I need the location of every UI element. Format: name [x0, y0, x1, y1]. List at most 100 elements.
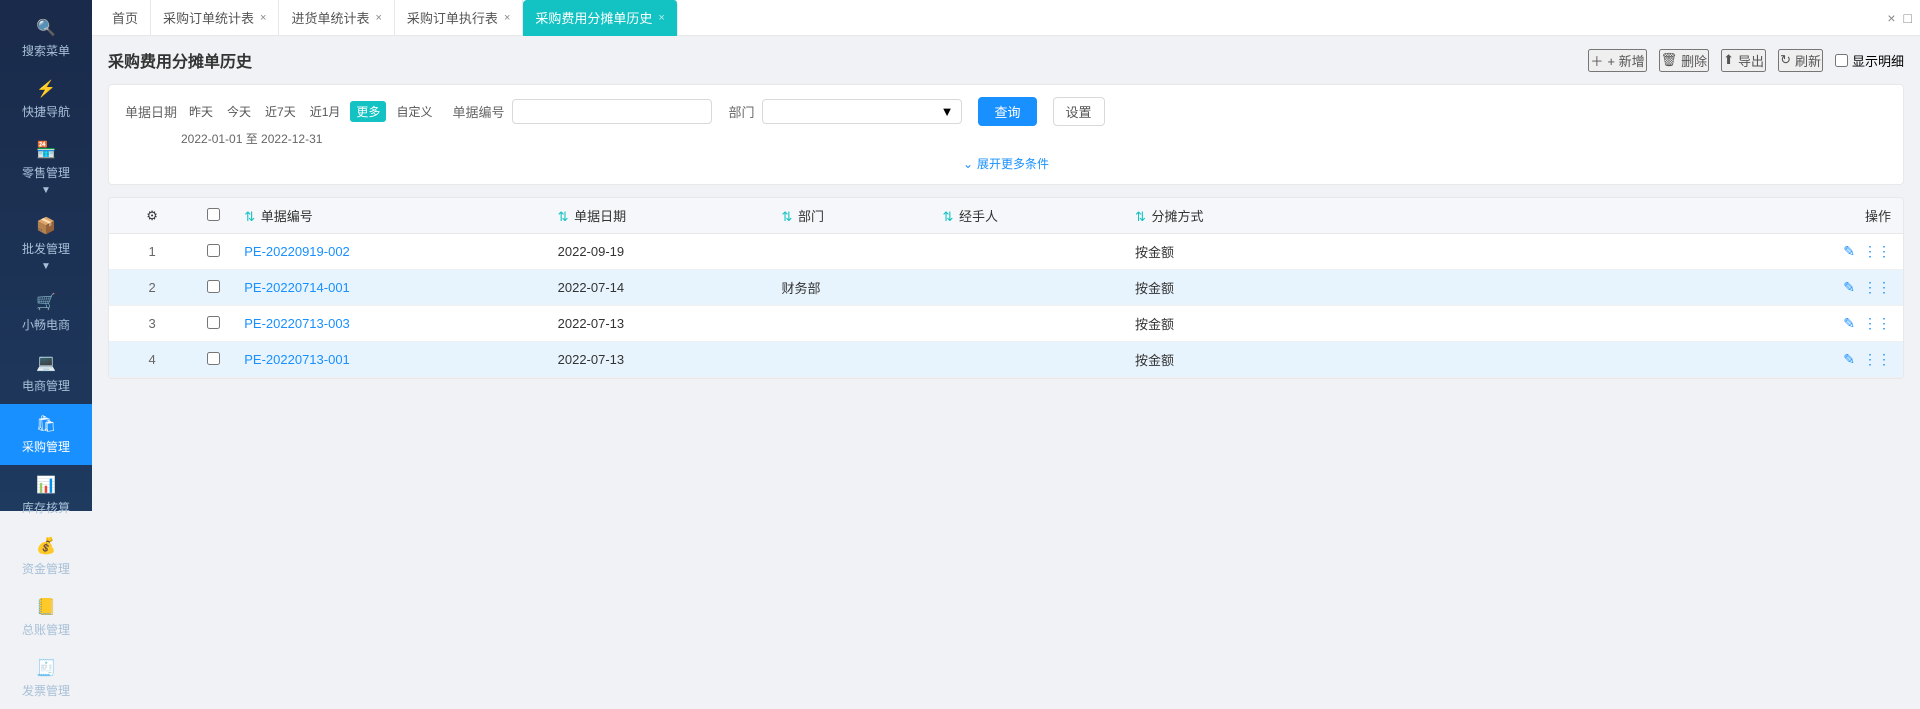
column-handler[interactable]: ⇅ 经手人 [931, 198, 1124, 234]
window-close-button[interactable]: × [1887, 10, 1895, 26]
row-split-method: 按金额 [1123, 270, 1823, 306]
today-shortcut[interactable]: 今天 [223, 101, 255, 122]
search-icon: 🔍 [36, 18, 56, 38]
sidebar-item-label: 发票管理 [22, 682, 70, 699]
query-button[interactable]: 查询 [978, 97, 1036, 126]
sidebar-item-purchase[interactable]: 🛍 采购管理 [0, 404, 92, 465]
custom-shortcut[interactable]: 自定义 [392, 101, 436, 122]
more-icon[interactable]: ⋮⋮ [1863, 315, 1891, 332]
row-number: 1 [109, 234, 195, 270]
row-actions: ✎ ⋮⋮ [1823, 270, 1903, 306]
edit-icon[interactable]: ✎ [1843, 351, 1855, 368]
sort-icon: ⇅ [1135, 209, 1146, 224]
row-checkbox-cell [195, 306, 232, 342]
show-columns-checkbox[interactable]: 显示明细 [1835, 51, 1904, 70]
row-split-method: 按金额 [1123, 342, 1823, 378]
close-icon[interactable]: × [375, 12, 381, 24]
add-label: + 新增 [1607, 51, 1644, 70]
refresh-icon: ↻ [1780, 52, 1791, 68]
export-icon: ⬆ [1723, 52, 1734, 68]
column-split-method[interactable]: ⇅ 分摊方式 [1123, 198, 1823, 234]
row-date: 2022-07-13 [546, 306, 770, 342]
finance-icon: 💰 [36, 536, 56, 556]
tab-purchase-order-stats[interactable]: 采购订单统计表 × [151, 0, 279, 36]
week-shortcut[interactable]: 近7天 [261, 101, 300, 122]
more-icon[interactable]: ⋮⋮ [1863, 279, 1891, 296]
row-checkbox[interactable] [207, 352, 220, 365]
refresh-button[interactable]: ↻ 刷新 [1778, 49, 1823, 72]
tab-label: 采购费用分摊单历史 [535, 8, 652, 27]
sidebar-item-ecommerce-small[interactable]: 🛒 小畅电商 [0, 282, 92, 343]
column-date[interactable]: ⇅ 单据日期 [546, 198, 770, 234]
column-label: 分摊方式 [1152, 209, 1204, 224]
row-checkbox[interactable] [207, 316, 220, 329]
row-date: 2022-07-13 [546, 342, 770, 378]
delete-label: 删除 [1681, 51, 1707, 70]
order-no-link[interactable]: PE-20220713-001 [244, 352, 350, 367]
order-no-link[interactable]: PE-20220713-003 [244, 316, 350, 331]
sidebar-item-retail[interactable]: 🏪 零售管理 ▼ [0, 130, 92, 206]
chevron-down-icon: ▼ [41, 185, 51, 196]
more-icon[interactable]: ⋮⋮ [1863, 243, 1891, 260]
department-select[interactable]: ▼ [762, 99, 962, 124]
sidebar-item-label: 快捷导航 [22, 103, 70, 120]
sidebar-item-accounting[interactable]: 📒 总账管理 [0, 587, 92, 648]
row-handler [931, 270, 1124, 306]
close-icon[interactable]: × [658, 12, 664, 24]
sidebar-item-search[interactable]: 🔍 搜索菜单 [0, 8, 92, 69]
select-all-checkbox[interactable] [207, 208, 220, 221]
sidebar-item-invoice[interactable]: 🧾 发票管理 [0, 648, 92, 709]
tab-purchase-order-exec[interactable]: 采购订单执行表 × [395, 0, 523, 36]
month-shortcut[interactable]: 近1月 [306, 101, 345, 122]
column-settings[interactable]: ⚙ [109, 198, 195, 234]
row-order-no: PE-20220714-001 [232, 270, 545, 306]
table-container: ⚙ ⇅ 单据编号 ⇅ 单据日期 [108, 197, 1904, 379]
window-maximize-button[interactable]: □ [1904, 10, 1912, 26]
gear-icon[interactable]: ⚙ [146, 208, 158, 223]
yesterday-shortcut[interactable]: 昨天 [185, 101, 217, 122]
sidebar-item-wholesale[interactable]: 📦 批发管理 ▼ [0, 206, 92, 282]
sidebar-item-label: 批发管理 [22, 240, 70, 257]
sidebar: 🔍 搜索菜单 ⚡ 快捷导航 🏪 零售管理 ▼ 📦 批发管理 ▼ 🛒 小畅电商 💻… [0, 0, 92, 511]
row-checkbox[interactable] [207, 280, 220, 293]
column-department[interactable]: ⇅ 部门 [770, 198, 931, 234]
row-department [770, 342, 931, 378]
delete-button[interactable]: 🗑 删除 [1659, 49, 1710, 72]
inventory-icon: 📊 [36, 475, 56, 495]
chevron-down-icon: ▼ [941, 104, 954, 119]
tab-home[interactable]: 首页 [100, 0, 151, 36]
tab-goods-stats[interactable]: 进货单统计表 × [279, 0, 394, 36]
order-no-link[interactable]: PE-20220919-002 [244, 244, 350, 259]
tab-purchase-cost-history[interactable]: 采购费用分摊单历史 × [523, 0, 677, 36]
lightning-icon: ⚡ [36, 79, 56, 99]
table-row: 2 PE-20220714-001 2022-07-14 财务部 按金额 ✎ ⋮… [109, 270, 1903, 306]
show-columns-input[interactable] [1835, 54, 1848, 67]
more-icon[interactable]: ⋮⋮ [1863, 351, 1891, 368]
order-no-link[interactable]: PE-20220714-001 [244, 280, 350, 295]
row-department [770, 234, 931, 270]
row-checkbox[interactable] [207, 244, 220, 257]
filter-settings-button[interactable]: 设置 [1053, 97, 1105, 126]
order-no-label: 单据编号 [452, 102, 504, 121]
sidebar-item-finance[interactable]: 💰 资金管理 [0, 526, 92, 587]
export-button[interactable]: ⬆ 导出 [1721, 49, 1766, 72]
more-shortcut[interactable]: 更多 [350, 101, 386, 122]
close-icon[interactable]: × [504, 12, 510, 24]
sidebar-item-inventory[interactable]: 📊 库存核算 [0, 465, 92, 526]
sort-icon: ⇅ [943, 209, 954, 224]
close-icon[interactable]: × [260, 12, 266, 24]
department-label: 部门 [728, 102, 754, 121]
edit-icon[interactable]: ✎ [1843, 279, 1855, 296]
sidebar-item-ecommerce[interactable]: 💻 电商管理 [0, 343, 92, 404]
edit-icon[interactable]: ✎ [1843, 243, 1855, 260]
sidebar-item-label: 采购管理 [22, 438, 70, 455]
order-no-input[interactable] [512, 99, 712, 124]
accounting-icon: 📒 [36, 597, 56, 617]
sidebar-item-quick-nav[interactable]: ⚡ 快捷导航 [0, 69, 92, 130]
edit-icon[interactable]: ✎ [1843, 315, 1855, 332]
column-order-no[interactable]: ⇅ 单据编号 [232, 198, 545, 234]
column-label: 单据日期 [574, 209, 626, 224]
add-button[interactable]: ＋ + 新增 [1588, 49, 1646, 72]
expand-filter-button[interactable]: ⌄ 展开更多条件 [125, 155, 1887, 172]
date-filter: 单据日期 昨天 今天 近7天 近1月 更多 自定义 [125, 101, 436, 122]
